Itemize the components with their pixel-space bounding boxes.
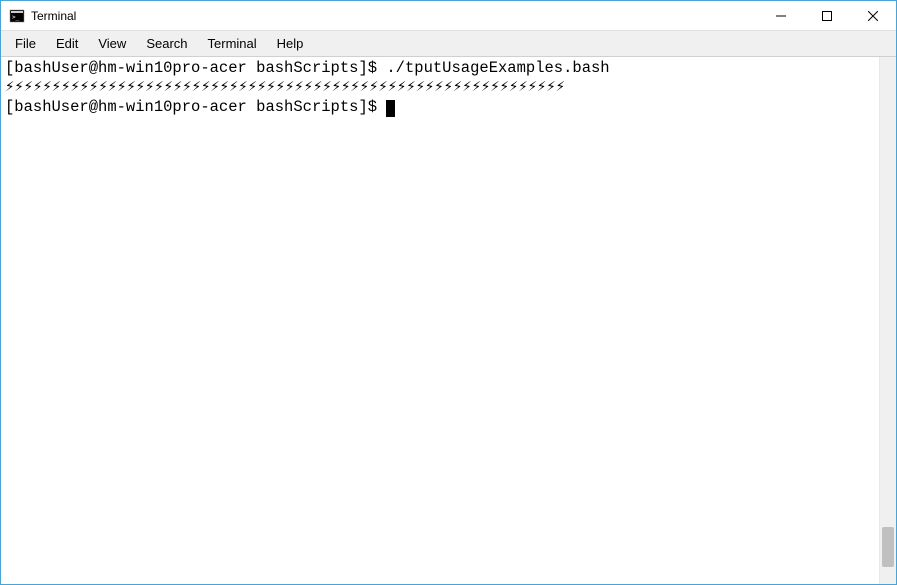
terminal-window: >_ Terminal File (0, 0, 897, 585)
maximize-button[interactable] (804, 1, 850, 30)
terminal-line: ⚡⚡⚡⚡⚡⚡⚡⚡⚡⚡⚡⚡⚡⚡⚡⚡⚡⚡⚡⚡⚡⚡⚡⚡⚡⚡⚡⚡⚡⚡⚡⚡⚡⚡⚡⚡⚡⚡⚡⚡… (5, 78, 875, 97)
terminal-body: [bashUser@hm-win10pro-acer bashScripts]$… (1, 57, 896, 584)
close-icon (868, 11, 878, 21)
scroll-down-icon[interactable] (880, 567, 896, 584)
window-controls (758, 1, 896, 30)
terminal-line: [bashUser@hm-win10pro-acer bashScripts]$… (5, 59, 875, 78)
menu-edit[interactable]: Edit (46, 33, 88, 54)
titlebar[interactable]: >_ Terminal (1, 1, 896, 31)
menubar: File Edit View Search Terminal Help (1, 31, 896, 57)
menu-search[interactable]: Search (136, 33, 197, 54)
terminal-line: [bashUser@hm-win10pro-acer bashScripts]$ (5, 98, 875, 117)
menu-file[interactable]: File (5, 33, 46, 54)
scroll-up-icon[interactable] (880, 57, 896, 74)
command-text: ./tputUsageExamples.bash (386, 59, 609, 77)
window-title: Terminal (31, 9, 76, 23)
svg-text:>_: >_ (12, 14, 20, 21)
shell-prompt: [bashUser@hm-win10pro-acer bashScripts]$ (5, 59, 386, 77)
menu-help[interactable]: Help (267, 33, 314, 54)
close-button[interactable] (850, 1, 896, 30)
menu-view[interactable]: View (88, 33, 136, 54)
vertical-scrollbar[interactable] (879, 57, 896, 584)
shell-prompt: [bashUser@hm-win10pro-acer bashScripts]$ (5, 98, 386, 116)
minimize-button[interactable] (758, 1, 804, 30)
output-text: ⚡⚡⚡⚡⚡⚡⚡⚡⚡⚡⚡⚡⚡⚡⚡⚡⚡⚡⚡⚡⚡⚡⚡⚡⚡⚡⚡⚡⚡⚡⚡⚡⚡⚡⚡⚡⚡⚡⚡⚡… (5, 78, 565, 96)
scrollbar-thumb[interactable] (882, 527, 894, 567)
terminal-app-icon: >_ (9, 8, 25, 24)
minimize-icon (776, 11, 786, 21)
terminal-content[interactable]: [bashUser@hm-win10pro-acer bashScripts]$… (1, 57, 879, 584)
menu-terminal[interactable]: Terminal (198, 33, 267, 54)
cursor-icon (386, 100, 395, 117)
maximize-icon (822, 11, 832, 21)
